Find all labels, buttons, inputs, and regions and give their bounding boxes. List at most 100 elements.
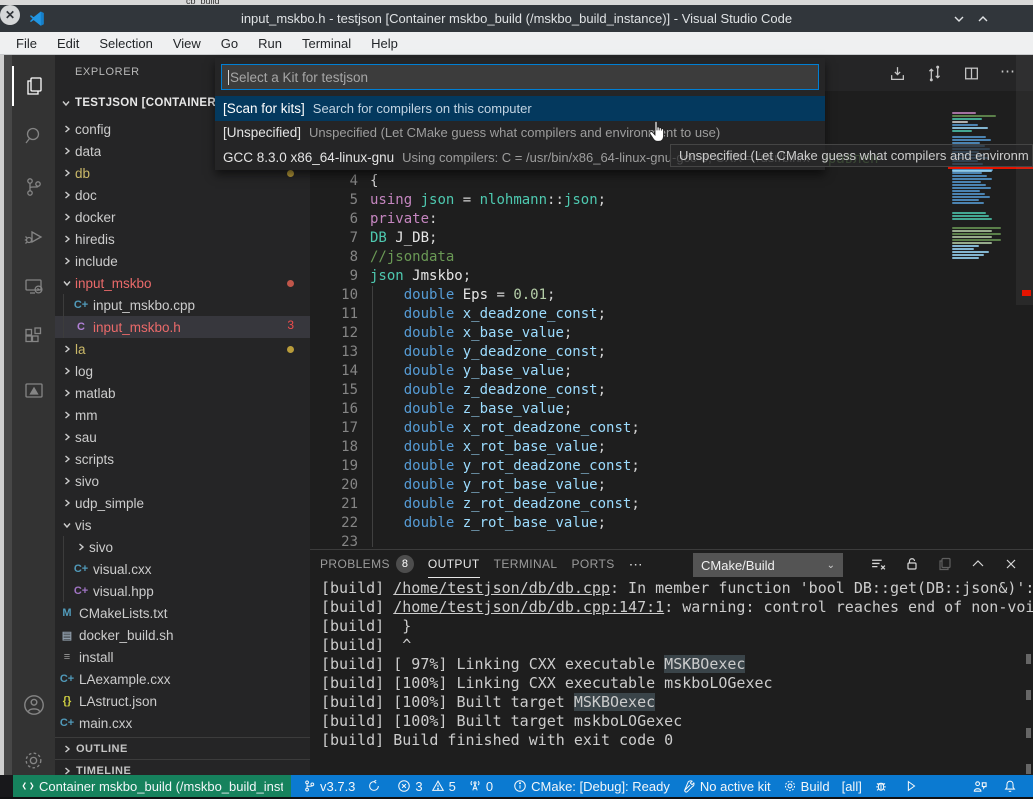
code-line[interactable]: 19 double y_rot_deadzone_const; — [310, 457, 1033, 476]
tree-folder-udp-simple[interactable]: udp_simple — [55, 492, 310, 514]
code-line[interactable]: 22 double z_rot_base_value; — [310, 514, 1033, 533]
tab-output[interactable]: OUTPUT — [427, 550, 480, 578]
code-line[interactable]: 21 double z_rot_deadzone_const; — [310, 495, 1033, 514]
output-channel-dropdown[interactable]: CMake/Build ⌄ — [693, 553, 843, 577]
tab-terminal[interactable]: TERMINAL — [494, 551, 558, 578]
tree-folder-scripts[interactable]: scripts — [55, 448, 310, 470]
more-tabs-icon[interactable]: ⋯ — [629, 556, 643, 573]
menu-help[interactable]: Help — [361, 34, 408, 53]
tree-folder-mm[interactable]: mm — [55, 404, 310, 426]
more-actions-icon[interactable]: ⋯ — [1000, 64, 1015, 82]
source-control-icon[interactable] — [12, 167, 55, 207]
menu-file[interactable]: File — [6, 34, 47, 53]
tree-folder-hiredis[interactable]: hiredis — [55, 228, 310, 250]
notifications-item[interactable] — [997, 775, 1027, 797]
code-line[interactable]: 7 DB J_DB; — [310, 229, 1033, 248]
cmake-icon[interactable] — [12, 371, 55, 411]
outline-section[interactable]: OUTLINE — [55, 737, 310, 759]
code-line[interactable]: 20 double y_rot_base_value; — [310, 476, 1033, 495]
code-area[interactable]: 4{5 using json = nlohmann::json; 6 private:… — [310, 172, 1033, 549]
tree-folder-doc[interactable]: doc — [55, 184, 310, 206]
settings-gear-icon[interactable] — [12, 740, 55, 780]
menu-view[interactable]: View — [163, 34, 211, 53]
code-line[interactable]: 14 double y_base_value; — [310, 362, 1033, 381]
timeline-section[interactable]: TIMELINE — [55, 759, 310, 775]
code-line[interactable]: 12 double x_base_value; — [310, 324, 1033, 343]
tab-problems[interactable]: PROBLEMS 8 — [320, 551, 414, 578]
code-line[interactable]: 6 private: — [310, 210, 1033, 229]
code-line[interactable]: 11 double x_deadzone_const; — [310, 305, 1033, 324]
code-line[interactable]: 16 double z_base_value; — [310, 400, 1033, 419]
tree-file-input-mskbo-cpp[interactable]: C+ input_mskbo.cpp — [55, 294, 310, 316]
remote-indicator[interactable]: Container mskbo_build (/mskbo_build_inst… — [13, 775, 291, 797]
code-line[interactable]: 8 //jsondata — [310, 248, 1033, 267]
tree-file-visual-cxx[interactable]: C+ visual.cxx — [55, 558, 310, 580]
code-line[interactable]: 4{ — [310, 172, 1033, 191]
menu-selection[interactable]: Selection — [89, 34, 162, 53]
code-line[interactable]: 10 double Eps = 0.01; — [310, 286, 1033, 305]
tree-folder-docker[interactable]: docker — [55, 206, 310, 228]
build-target-item[interactable]: [all] — [836, 775, 868, 797]
code-line[interactable]: 9 json Jmskbo; — [310, 267, 1033, 286]
launch-item[interactable] — [898, 775, 928, 797]
tree-file-lastruct-json[interactable]: {} LAstruct.json — [55, 690, 310, 712]
tree-folder-sivo[interactable]: sivo — [55, 536, 310, 558]
code-line[interactable]: 18 double x_rot_base_value; — [310, 438, 1033, 457]
code-line[interactable]: 15 double z_deadzone_const; — [310, 381, 1033, 400]
menu-edit[interactable]: Edit — [47, 34, 89, 53]
tree-file-visual-hpp[interactable]: C+ visual.hpp — [55, 580, 310, 602]
git-branch-item[interactable]: v3.7.3 — [297, 775, 361, 797]
tree-folder-sau[interactable]: sau — [55, 426, 310, 448]
sync-item[interactable] — [361, 775, 391, 797]
quickpick-item-unspecified[interactable]: [Unspecified] Unspecified (Let CMake gue… — [215, 121, 825, 146]
tree-folder-log[interactable]: log — [55, 360, 310, 382]
code-line[interactable]: 23 — [310, 533, 1033, 549]
extensions-icon[interactable] — [12, 317, 55, 357]
install-icon[interactable] — [889, 65, 906, 82]
remote-explorer-icon[interactable] — [12, 266, 55, 306]
problems-item[interactable]: 3 5 — [391, 775, 461, 797]
code-line[interactable]: 13 double y_deadzone_const; — [310, 343, 1033, 362]
tree-file-install[interactable]: ≡ install — [55, 646, 310, 668]
open-in-editor-icon[interactable] — [937, 556, 953, 572]
tree-file-main-cxx[interactable]: C+ main.cxx — [55, 712, 310, 734]
feedback-item[interactable] — [966, 775, 997, 797]
ports-item[interactable]: 0 — [462, 775, 499, 797]
quickpick-input[interactable]: Select a Kit for testjson — [221, 64, 819, 90]
split-editor-icon[interactable] — [963, 65, 980, 82]
kit-item[interactable]: No active kit — [676, 775, 777, 797]
run-debug-icon[interactable] — [12, 217, 55, 257]
cmake-status-item[interactable]: CMake: [Debug]: Ready — [507, 775, 676, 797]
tree-file-cmakelists-txt[interactable]: M CMakeLists.txt — [55, 602, 310, 624]
compare-changes-icon[interactable] — [926, 65, 943, 82]
explorer-icon[interactable] — [12, 66, 55, 106]
tree-folder-matlab[interactable]: matlab — [55, 382, 310, 404]
menu-terminal[interactable]: Terminal — [292, 34, 361, 53]
tree-file-docker-build-sh[interactable]: ▤ docker_build.sh — [55, 624, 310, 646]
build-item[interactable]: Build — [777, 775, 836, 797]
editor-scrollbar[interactable] — [1016, 55, 1033, 305]
code-line[interactable]: 17 double x_rot_deadzone_const; — [310, 419, 1033, 438]
output-log[interactable]: [build] /home/testjson/db/db.cpp: In mem… — [321, 579, 1033, 750]
account-icon[interactable] — [12, 685, 55, 725]
code-line[interactable]: 5 using json = nlohmann::json; — [310, 191, 1033, 210]
debug-item[interactable] — [868, 775, 898, 797]
tree-folder-sivo[interactable]: sivo — [55, 470, 310, 492]
tree-file-input-mskbo-h[interactable]: Cinput_mskbo.h 3 — [55, 316, 310, 338]
minimize-button[interactable] — [951, 11, 967, 27]
menu-run[interactable]: Run — [248, 34, 292, 53]
tree-folder-la[interactable]: la — [55, 338, 310, 360]
maximize-button[interactable] — [975, 11, 991, 27]
quickpick-item-scan-for-kits[interactable]: [Scan for kits] Search for compilers on … — [215, 96, 825, 121]
maximize-panel-icon[interactable] — [970, 556, 986, 572]
clear-output-icon[interactable] — [870, 556, 887, 573]
lock-icon[interactable] — [904, 556, 920, 572]
tree-folder-include[interactable]: include — [55, 250, 310, 272]
menu-go[interactable]: Go — [211, 34, 248, 53]
search-icon[interactable] — [12, 116, 55, 156]
tab-ports[interactable]: PORTS — [572, 551, 615, 578]
tree-folder-input-mskbo[interactable]: input_mskbo — [55, 272, 310, 294]
close-panel-icon[interactable] — [1003, 556, 1019, 572]
tree-file-laexample-cxx[interactable]: C+ LAexample.cxx — [55, 668, 310, 690]
tree-folder-vis[interactable]: vis — [55, 514, 310, 536]
